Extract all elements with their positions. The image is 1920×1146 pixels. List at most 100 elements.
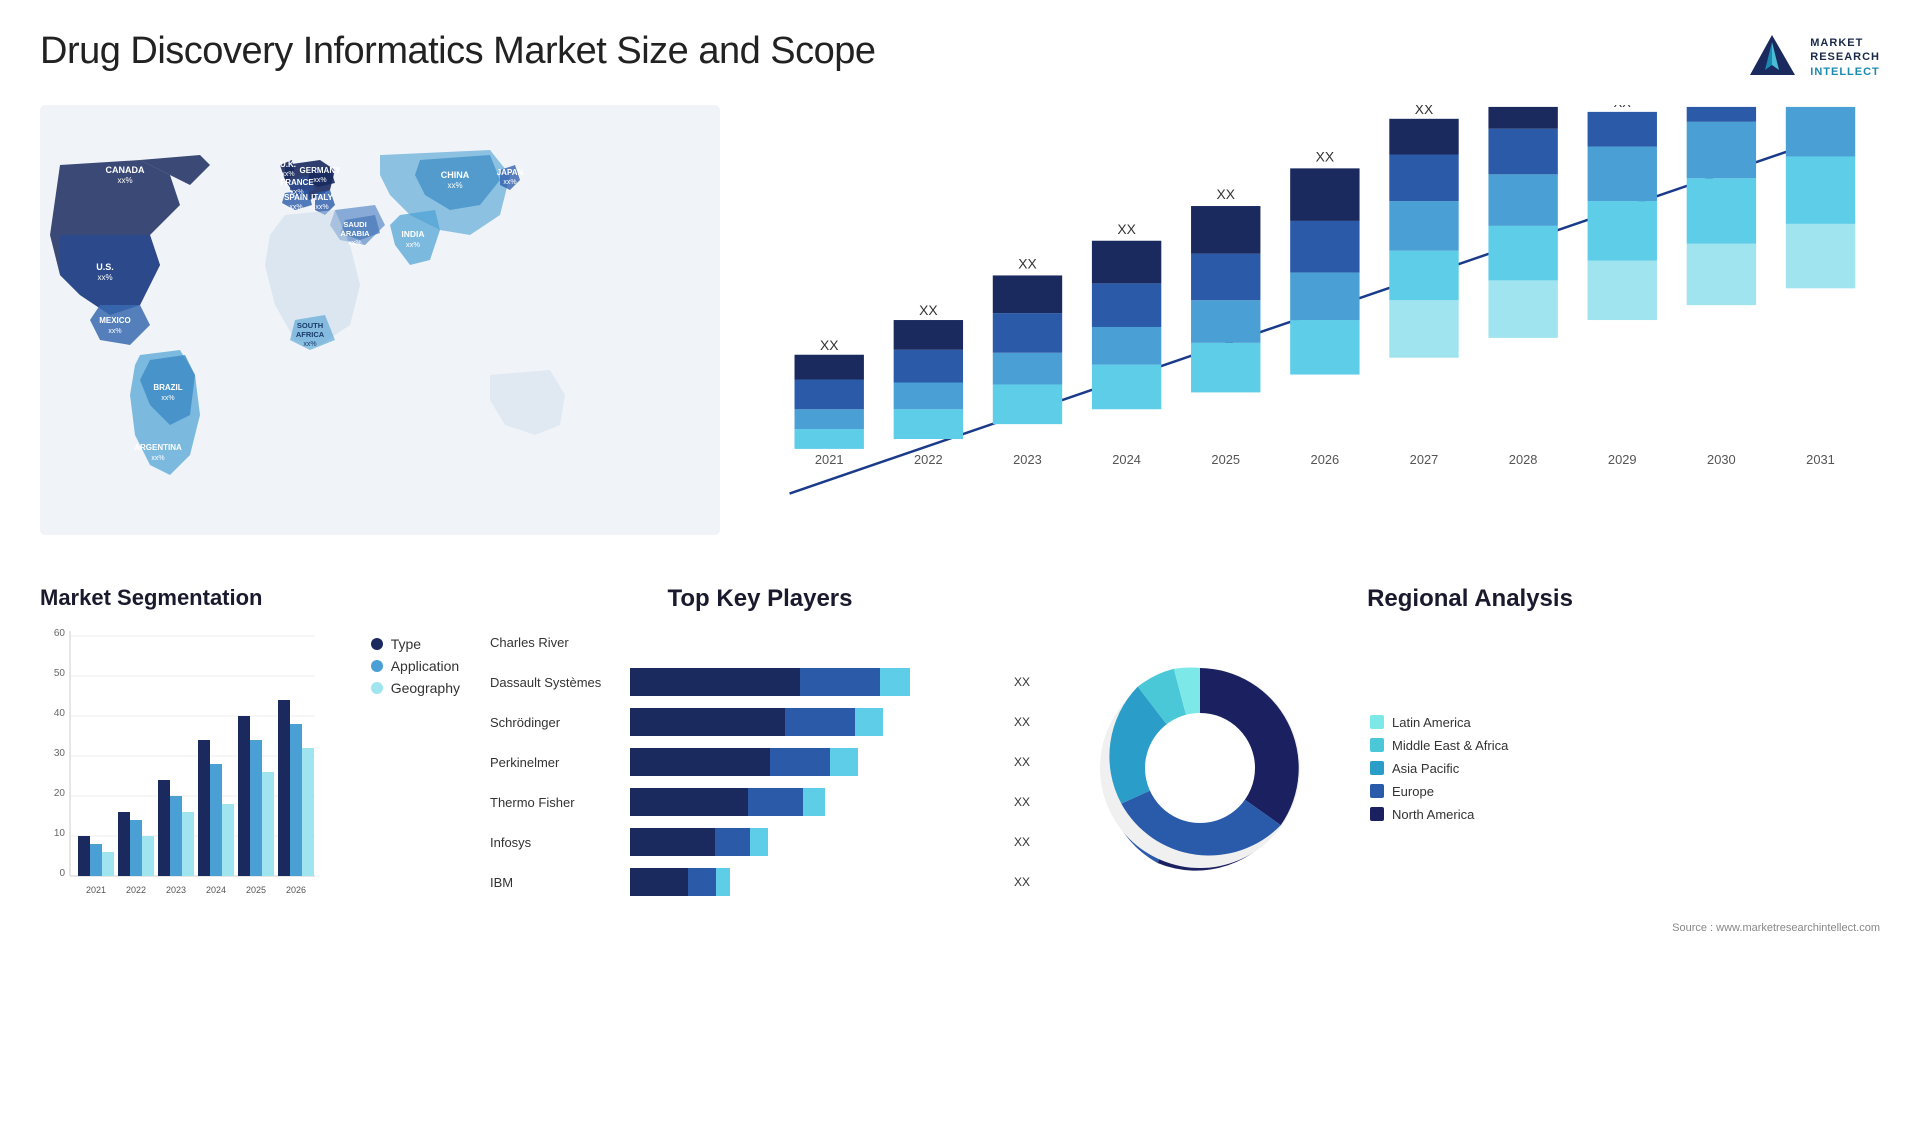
regional-section: Regional Analysis: [1060, 585, 1880, 1015]
legend-color-latin: [1370, 715, 1384, 729]
bar-seg-1: [630, 788, 748, 816]
bar-seg-3: [880, 668, 910, 696]
legend-text-north-america: North America: [1392, 807, 1474, 822]
player-bar-thermofisher: [630, 788, 999, 816]
player-bar-charles: [630, 628, 1030, 656]
svg-text:XX: XX: [1614, 105, 1632, 110]
legend-dot-application: [371, 660, 383, 672]
svg-text:2022: 2022: [914, 452, 943, 467]
player-row-thermofisher: Thermo Fisher XX: [490, 788, 1030, 816]
map-section: CANADA xx% U.S. xx% MEXICO xx% BRAZIL xx…: [40, 105, 720, 575]
legend-text-mea: Middle East & Africa: [1392, 738, 1508, 753]
svg-text:GERMANY: GERMANY: [300, 166, 342, 175]
legend-latin-america: Latin America: [1370, 715, 1508, 730]
svg-text:XX: XX: [1117, 221, 1136, 237]
svg-text:2030: 2030: [1707, 452, 1736, 467]
bar-seg-1: [630, 748, 770, 776]
player-row-charles: Charles River: [490, 628, 1030, 656]
world-map-svg: CANADA xx% U.S. xx% MEXICO xx% BRAZIL xx…: [40, 105, 720, 535]
logo-icon: [1745, 30, 1800, 85]
bar-seg-2: [748, 788, 803, 816]
logo-container: MARKET RESEARCH INTELLECT: [1745, 30, 1880, 85]
donut-with-legend: Latin America Middle East & Africa Asia …: [1060, 628, 1880, 908]
svg-text:BRAZIL: BRAZIL: [153, 383, 182, 392]
legend-north-america: North America: [1370, 807, 1508, 822]
svg-text:xx%: xx%: [97, 273, 112, 282]
svg-text:2026: 2026: [286, 885, 306, 895]
donut-chart-svg: [1060, 628, 1340, 908]
regional-legend: Latin America Middle East & Africa Asia …: [1370, 715, 1508, 822]
player-row-infosys: Infosys XX: [490, 828, 1030, 856]
legend-text-latin: Latin America: [1392, 715, 1471, 730]
svg-text:XX: XX: [1316, 148, 1335, 164]
legend-application: Application: [371, 658, 460, 674]
segmentation-section: Market Segmentation 60 50 40 30 20 10: [40, 585, 460, 1015]
svg-text:MEXICO: MEXICO: [99, 316, 131, 325]
player-value-dassault: XX: [1014, 675, 1030, 689]
bar-seg-2: [688, 868, 716, 896]
svg-text:2021: 2021: [815, 452, 844, 467]
svg-text:U.K.: U.K.: [280, 160, 296, 169]
legend-label-geography: Geography: [391, 680, 460, 696]
legend-label-type: Type: [391, 636, 421, 652]
player-bar-infosys: [630, 828, 999, 856]
player-name-infosys: Infosys: [490, 835, 620, 850]
svg-text:xx%: xx%: [151, 455, 164, 462]
svg-text:INDIA: INDIA: [401, 229, 424, 239]
bar-seg-2: [785, 708, 855, 736]
svg-text:xx%: xx%: [281, 171, 294, 178]
svg-text:2023: 2023: [1013, 452, 1042, 467]
players-title: Top Key Players: [480, 585, 1040, 613]
player-name-ibm: IBM: [490, 875, 620, 890]
legend-label-application: Application: [391, 658, 460, 674]
bar-seg-2: [715, 828, 750, 856]
bar-seg-1: [630, 828, 715, 856]
players-chart: Charles River Dassault Systèmes XX Schrö…: [480, 628, 1040, 896]
player-bar-ibm: [630, 868, 999, 896]
bar-seg-1: [630, 668, 800, 696]
player-bar-dassault: [630, 668, 999, 696]
svg-text:2029: 2029: [1608, 452, 1637, 467]
svg-text:XX: XX: [1216, 186, 1235, 202]
svg-text:xx%: xx%: [303, 341, 316, 348]
svg-text:2024: 2024: [206, 885, 226, 895]
player-name-schrodinger: Schrödinger: [490, 715, 620, 730]
bar-seg-3: [716, 868, 730, 896]
svg-text:50: 50: [54, 668, 66, 679]
svg-text:2024: 2024: [1112, 452, 1141, 467]
legend-color-north-america: [1370, 807, 1384, 821]
main-content: CANADA xx% U.S. xx% MEXICO xx% BRAZIL xx…: [40, 105, 1880, 575]
player-value-schrodinger: XX: [1014, 715, 1030, 729]
player-value-infosys: XX: [1014, 835, 1030, 849]
player-bar-schrodinger: [630, 708, 999, 736]
svg-text:SPAIN: SPAIN: [284, 193, 308, 202]
svg-text:2025: 2025: [246, 885, 266, 895]
svg-text:xx%: xx%: [313, 177, 326, 184]
svg-text:xx%: xx%: [503, 179, 516, 186]
svg-text:xx%: xx%: [406, 240, 421, 249]
growth-bar-chart: XX 2021 XX 2022 XX 2023: [740, 105, 1880, 545]
bar-seg-3: [830, 748, 858, 776]
legend-dot-geography: [371, 682, 383, 694]
svg-text:xx%: xx%: [117, 176, 132, 185]
legend-color-mea: [1370, 738, 1384, 752]
svg-text:30: 30: [54, 748, 66, 759]
growth-chart-section: XX 2021 XX 2022 XX 2023: [740, 105, 1880, 575]
world-map: CANADA xx% U.S. xx% MEXICO xx% BRAZIL xx…: [40, 105, 720, 555]
player-row-dassault: Dassault Systèmes XX: [490, 668, 1030, 696]
source-text: Source : www.marketresearchintellect.com: [1672, 922, 1880, 934]
bar-seg-1: [630, 868, 688, 896]
header: Drug Discovery Informatics Market Size a…: [40, 30, 1880, 85]
legend-geography: Geography: [371, 680, 460, 696]
page-title: Drug Discovery Informatics Market Size a…: [40, 30, 876, 73]
player-value-thermofisher: XX: [1014, 795, 1030, 809]
segmentation-title: Market Segmentation: [40, 585, 460, 611]
svg-text:2031: 2031: [1806, 452, 1835, 467]
legend-color-asia: [1370, 761, 1384, 775]
player-value-ibm: XX: [1014, 875, 1030, 889]
player-name-charles: Charles River: [490, 635, 620, 650]
bar-seg-2: [770, 748, 830, 776]
svg-text:ITALY: ITALY: [311, 193, 333, 202]
svg-text:2023: 2023: [166, 885, 186, 895]
svg-text:xx%: xx%: [108, 328, 121, 335]
